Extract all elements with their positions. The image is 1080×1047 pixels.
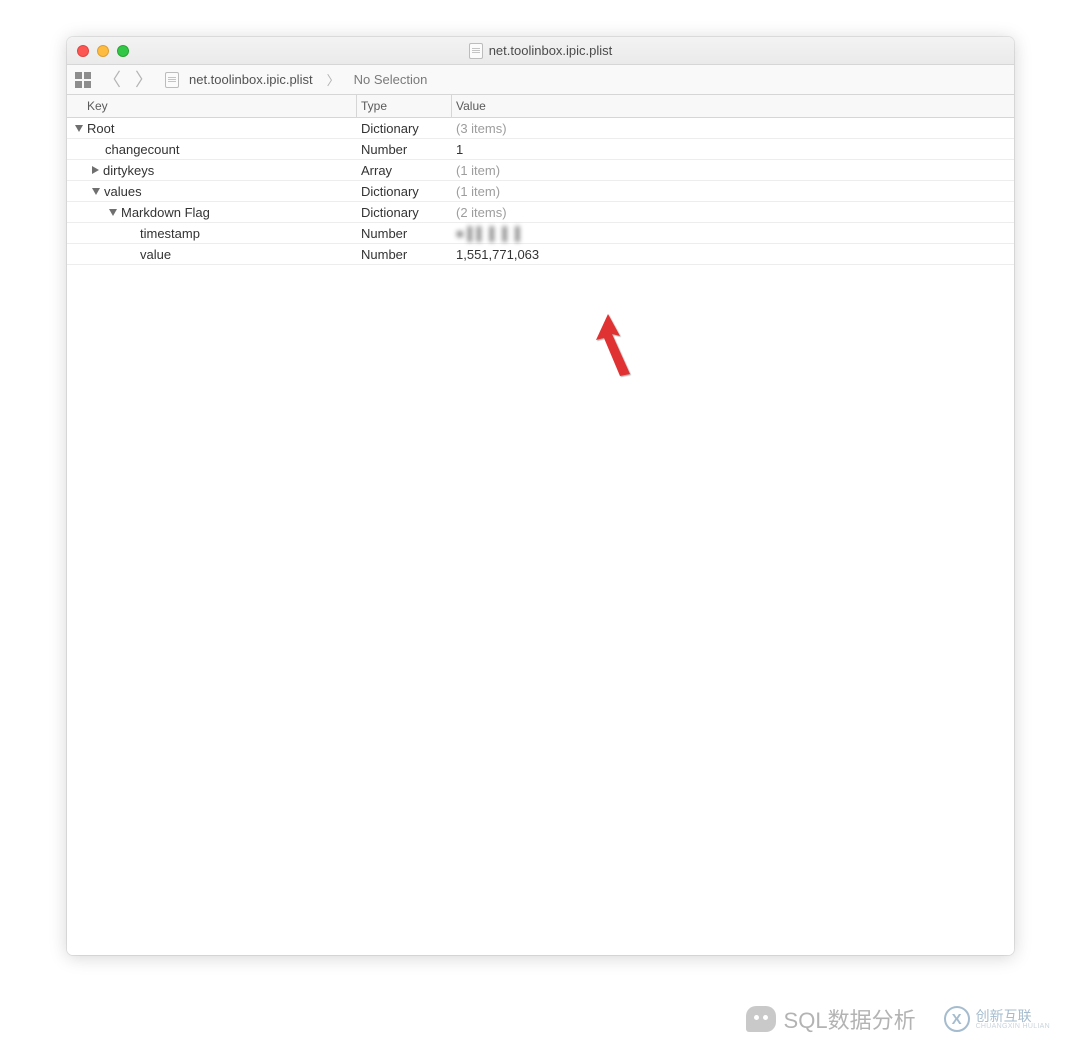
table-row[interactable]: dirtykeys Array(1 item) <box>67 160 1014 181</box>
plist-file-icon <box>469 43 483 59</box>
cx-watermark-text: 创新互联 <box>976 1009 1050 1023</box>
cx-watermark: X 创新互联 CHUANGXIN HULIAN <box>944 1006 1050 1032</box>
plist-tree[interactable]: RootDictionary(3 items)changecountNumber… <box>67 118 1014 955</box>
row-value[interactable]: ■ ▌▌ ▌ ▌ ▌ <box>452 226 1014 241</box>
table-row[interactable]: changecount Number1 <box>67 139 1014 160</box>
disclosure-open-icon[interactable] <box>109 209 117 216</box>
cx-watermark-sub: CHUANGXIN HULIAN <box>976 1023 1050 1030</box>
window-title-text: net.toolinbox.ipic.plist <box>489 43 613 58</box>
row-key[interactable]: Markdown Flag <box>121 205 210 220</box>
wechat-icon <box>746 1006 776 1032</box>
table-header-row: Key Type Value <box>67 95 1014 118</box>
plist-file-icon <box>165 72 179 88</box>
table-row[interactable]: Markdown Flag Dictionary(2 items) <box>67 202 1014 223</box>
row-value[interactable]: (1 item) <box>452 163 1014 178</box>
column-header-type[interactable]: Type <box>357 95 452 117</box>
row-value[interactable]: (1 item) <box>452 184 1014 199</box>
row-type[interactable]: Dictionary <box>357 205 452 220</box>
row-value[interactable]: 1,551,771,063 <box>452 247 1014 262</box>
breadcrumb-separator-icon: 〉 <box>327 70 340 89</box>
nav-forward-button[interactable]: 〉 <box>133 71 155 89</box>
row-type[interactable]: Number <box>357 142 452 157</box>
row-key[interactable]: timestamp <box>140 226 200 241</box>
row-key[interactable]: Root <box>87 121 114 136</box>
table-row[interactable]: timestamp Number■ ▌▌ ▌ ▌ ▌ <box>67 223 1014 244</box>
titlebar[interactable]: net.toolinbox.ipic.plist <box>67 37 1014 65</box>
row-value[interactable]: (2 items) <box>452 205 1014 220</box>
row-value[interactable]: (3 items) <box>452 121 1014 136</box>
column-header-value[interactable]: Value <box>452 95 1014 117</box>
row-type[interactable]: Array <box>357 163 452 178</box>
table-row[interactable]: values Dictionary(1 item) <box>67 181 1014 202</box>
wechat-watermark: SQL数据分析 <box>746 1003 916 1035</box>
row-type[interactable]: Number <box>357 247 452 262</box>
breadcrumb-selection: No Selection <box>354 72 428 87</box>
row-type[interactable]: Dictionary <box>357 121 452 136</box>
table-row[interactable]: Root Dictionary(3 items) <box>67 118 1014 139</box>
row-key[interactable]: dirtykeys <box>103 163 154 178</box>
nav-back-button[interactable]: 〈 <box>101 71 123 89</box>
watermarks: SQL数据分析 X 创新互联 CHUANGXIN HULIAN <box>746 1003 1050 1035</box>
plist-editor-window: net.toolinbox.ipic.plist 〈 〉 net.toolinb… <box>67 37 1014 955</box>
table-row[interactable]: value Number1,551,771,063 <box>67 244 1014 265</box>
cx-logo-icon: X <box>944 1006 970 1032</box>
path-toolbar: 〈 〉 net.toolinbox.ipic.plist 〉 No Select… <box>67 65 1014 95</box>
disclosure-open-icon[interactable] <box>92 188 100 195</box>
breadcrumb-file[interactable]: net.toolinbox.ipic.plist <box>189 72 313 87</box>
row-value[interactable]: 1 <box>452 142 1014 157</box>
window-title: net.toolinbox.ipic.plist <box>67 43 1014 59</box>
row-key[interactable]: changecount <box>105 142 179 157</box>
row-key[interactable]: value <box>140 247 171 262</box>
row-type[interactable]: Dictionary <box>357 184 452 199</box>
wechat-watermark-text: SQL数据分析 <box>784 1003 916 1035</box>
row-type[interactable]: Number <box>357 226 452 241</box>
view-layout-icon[interactable] <box>75 72 91 88</box>
column-header-key[interactable]: Key <box>67 95 357 117</box>
disclosure-open-icon[interactable] <box>75 125 83 132</box>
disclosure-closed-icon[interactable] <box>92 166 99 174</box>
row-key[interactable]: values <box>104 184 142 199</box>
